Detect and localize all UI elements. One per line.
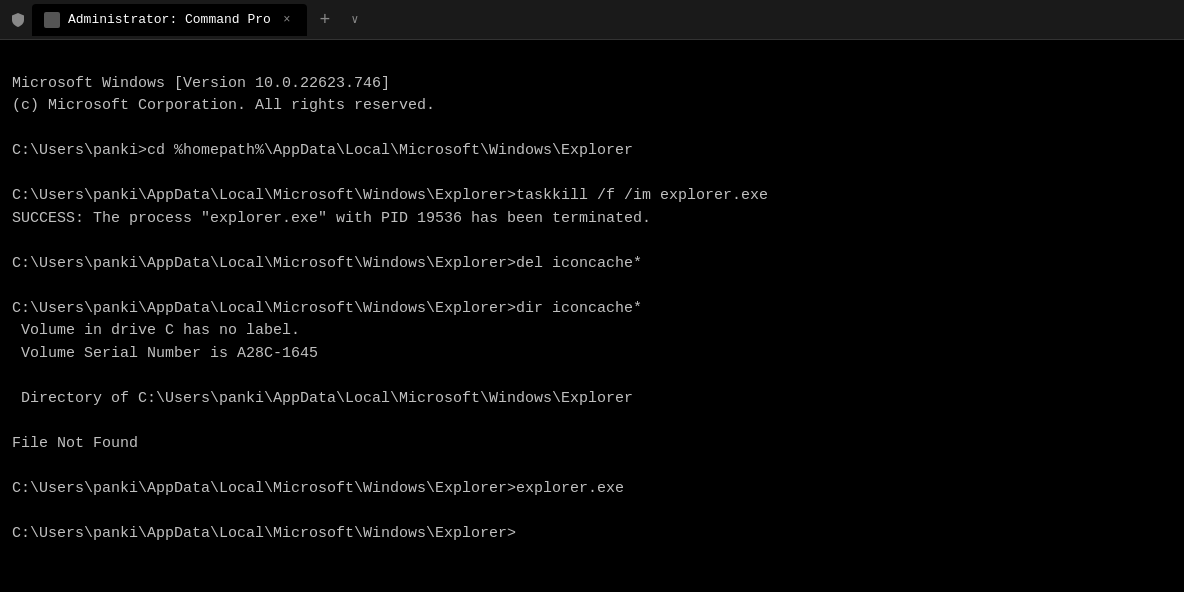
terminal-line: Directory of C:\Users\panki\AppData\Loca…: [12, 388, 1172, 411]
terminal-line: File Not Found: [12, 433, 1172, 456]
tab-close-button[interactable]: ×: [279, 12, 295, 28]
terminal-empty-line: [12, 118, 1172, 141]
terminal-line: C:\Users\panki\AppData\Local\Microsoft\W…: [12, 478, 1172, 501]
terminal-line: C:\Users\panki\AppData\Local\Microsoft\W…: [12, 298, 1172, 321]
title-bar: Administrator: Command Pro × + ∨: [0, 0, 1184, 40]
terminal-output[interactable]: Microsoft Windows [Version 10.0.22623.74…: [0, 40, 1184, 592]
terminal-empty-line: [12, 500, 1172, 523]
terminal-line: SUCCESS: The process "explorer.exe" with…: [12, 208, 1172, 231]
terminal-empty-line: [12, 275, 1172, 298]
tab-terminal-icon: [44, 12, 60, 28]
terminal-line: C:\Users\panki\AppData\Local\Microsoft\W…: [12, 185, 1172, 208]
terminal-line: Volume in drive C has no label.: [12, 320, 1172, 343]
terminal-line: C:\Users\panki>cd %homepath%\AppData\Loc…: [12, 140, 1172, 163]
terminal-empty-line: [12, 455, 1172, 478]
active-tab[interactable]: Administrator: Command Pro ×: [32, 4, 307, 36]
tab-label: Administrator: Command Pro: [68, 12, 271, 27]
terminal-line: (c) Microsoft Corporation. All rights re…: [12, 95, 1172, 118]
terminal-empty-line: [12, 230, 1172, 253]
terminal-line: C:\Users\panki\AppData\Local\Microsoft\W…: [12, 523, 1172, 546]
terminal-empty-line: [12, 365, 1172, 388]
terminal-empty-line: [12, 410, 1172, 433]
terminal-line: Microsoft Windows [Version 10.0.22623.74…: [12, 73, 1172, 96]
shield-icon: [8, 10, 28, 30]
new-tab-button[interactable]: +: [311, 6, 339, 34]
terminal-line: C:\Users\panki\AppData\Local\Microsoft\W…: [12, 253, 1172, 276]
terminal-empty-line: [12, 163, 1172, 186]
terminal-line: Volume Serial Number is A28C-1645: [12, 343, 1172, 366]
tabs-dropdown-button[interactable]: ∨: [343, 8, 367, 32]
